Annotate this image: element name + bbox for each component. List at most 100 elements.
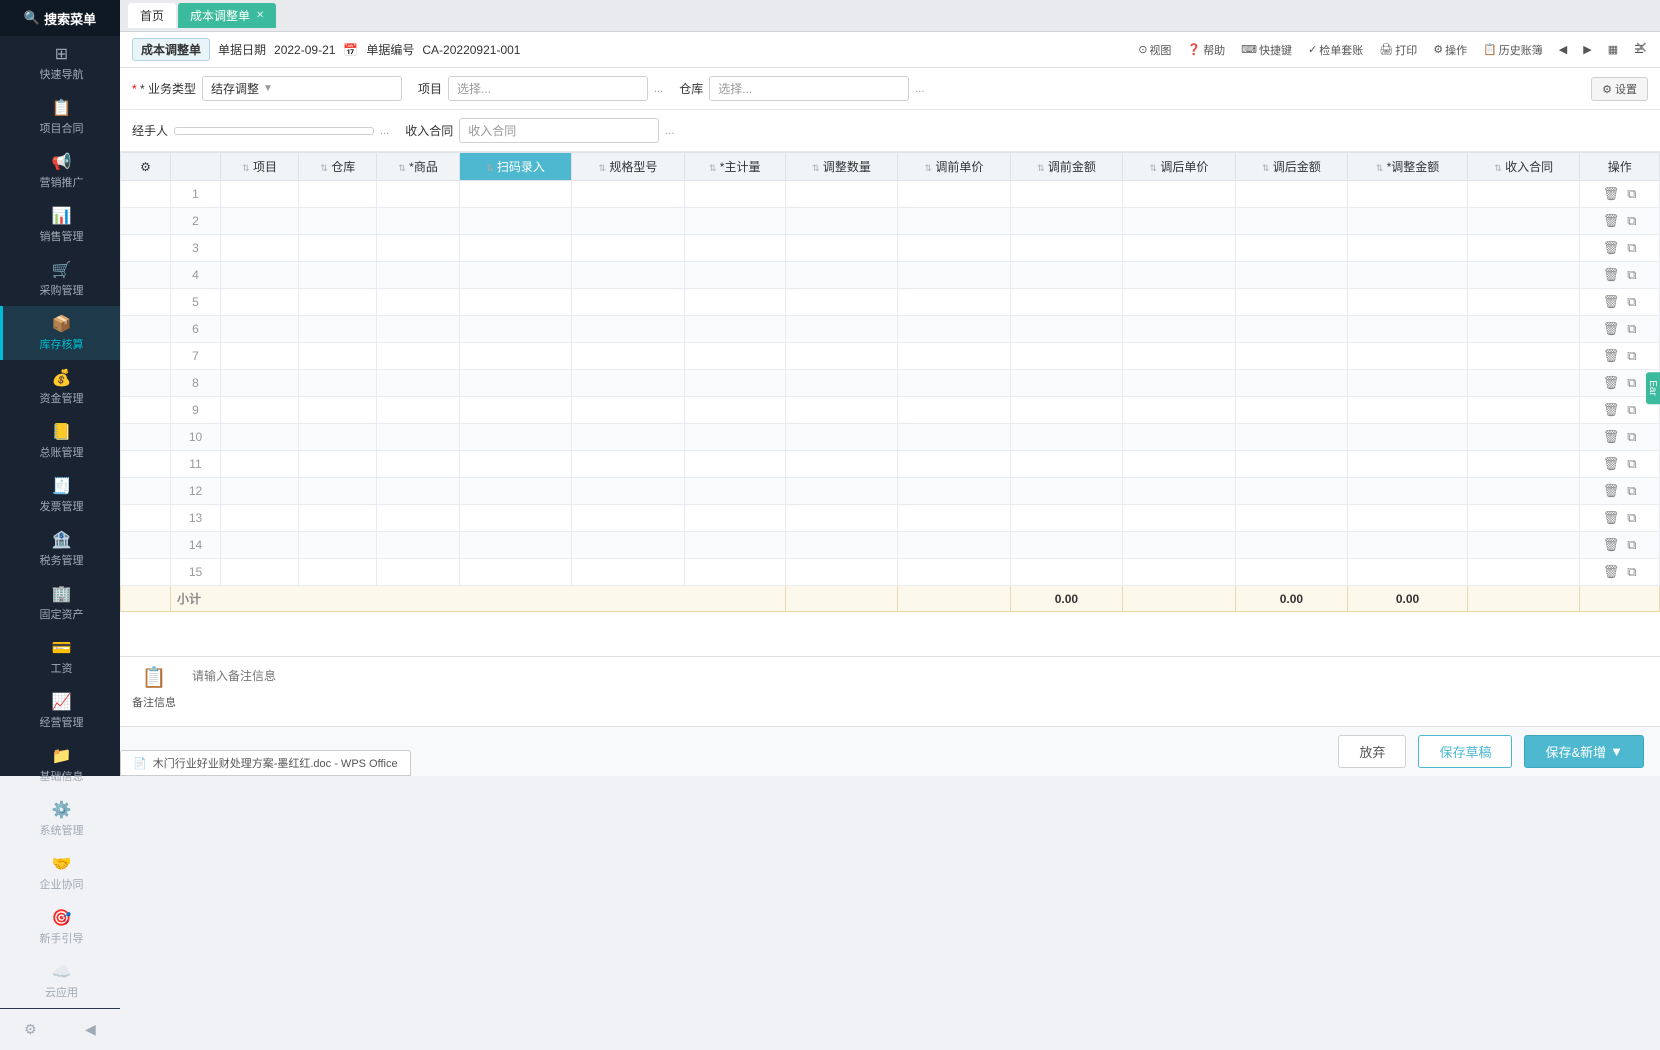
- check-btn[interactable]: ✓ 检单套账: [1304, 40, 1367, 60]
- cell-r10-c5[interactable]: [684, 424, 785, 451]
- cell-r5-c7[interactable]: [898, 289, 1010, 316]
- settings-bottom-icon[interactable]: ⚙: [20, 1017, 41, 1042]
- cell-r9-c10[interactable]: [1235, 397, 1347, 424]
- col-goods[interactable]: ⇅ *商品: [377, 153, 459, 181]
- cell-r5-c3[interactable]: [459, 289, 571, 316]
- cell-r9-c2[interactable]: [377, 397, 459, 424]
- copy-row-btn[interactable]: ⧉: [1625, 320, 1638, 338]
- cell-r12-c6[interactable]: [785, 478, 897, 505]
- cell-r3-c10[interactable]: [1235, 235, 1347, 262]
- cell-r6-c11[interactable]: [1348, 316, 1468, 343]
- cell-r4-c0[interactable]: [221, 262, 299, 289]
- cell-r3-c7[interactable]: [898, 235, 1010, 262]
- cell-r15-c5[interactable]: [684, 559, 785, 586]
- cell-r10-c3[interactable]: [459, 424, 571, 451]
- cell-r14-c7[interactable]: [898, 532, 1010, 559]
- cell-r1-c11[interactable]: [1348, 181, 1468, 208]
- cell-r3-c4[interactable]: [572, 235, 684, 262]
- cell-r4-c4[interactable]: [572, 262, 684, 289]
- cell-r1-c1[interactable]: [299, 181, 377, 208]
- operation-btn[interactable]: ⚙ 操作: [1429, 40, 1471, 60]
- cell-r4-c11[interactable]: [1348, 262, 1468, 289]
- cell-r1-c6[interactable]: [785, 181, 897, 208]
- right-edge-bar[interactable]: Ear: [1646, 372, 1660, 404]
- copy-row-btn[interactable]: ⧉: [1625, 455, 1638, 473]
- history-btn[interactable]: 📋 历史账簿: [1479, 40, 1547, 60]
- cell-r14-c12[interactable]: [1467, 532, 1579, 559]
- cell-r13-c9[interactable]: [1123, 505, 1235, 532]
- cell-r11-c8[interactable]: [1010, 451, 1122, 478]
- cell-r2-c0[interactable]: [221, 208, 299, 235]
- project-input[interactable]: 选择...: [448, 76, 648, 101]
- cell-r6-c3[interactable]: [459, 316, 571, 343]
- cell-r13-c12[interactable]: [1467, 505, 1579, 532]
- cell-r8-c10[interactable]: [1235, 370, 1347, 397]
- cell-r14-c9[interactable]: [1123, 532, 1235, 559]
- cell-r15-c11[interactable]: [1348, 559, 1468, 586]
- col-settings[interactable]: ⚙: [121, 153, 171, 181]
- cell-r4-c2[interactable]: [377, 262, 459, 289]
- cell-r5-c5[interactable]: [684, 289, 785, 316]
- cell-r12-c7[interactable]: [898, 478, 1010, 505]
- copy-row-btn[interactable]: ⧉: [1625, 212, 1638, 230]
- sidebar-item-project-contract[interactable]: 📋项目合同: [0, 90, 120, 144]
- cell-r15-c2[interactable]: [377, 559, 459, 586]
- delete-row-btn[interactable]: 🗑: [1601, 563, 1622, 581]
- sidebar-item-sales-promo[interactable]: 📢营销推广: [0, 144, 120, 198]
- project-more-btn[interactable]: ...: [654, 83, 663, 95]
- warehouse-input[interactable]: 选择...: [709, 76, 909, 101]
- cell-r6-c2[interactable]: [377, 316, 459, 343]
- delete-row-btn[interactable]: 🗑: [1601, 401, 1622, 419]
- cell-r14-c10[interactable]: [1235, 532, 1347, 559]
- cell-r2-c6[interactable]: [785, 208, 897, 235]
- cell-r4-c3[interactable]: [459, 262, 571, 289]
- cell-r11-c3[interactable]: [459, 451, 571, 478]
- income-contract-more-btn[interactable]: ...: [665, 125, 674, 137]
- income-contract-input[interactable]: 收入合同: [459, 118, 659, 143]
- sidebar-item-fund-mgmt[interactable]: 💰资金管理: [0, 360, 120, 414]
- cell-r5-c9[interactable]: [1123, 289, 1235, 316]
- cell-r11-c1[interactable]: [299, 451, 377, 478]
- cell-r5-c2[interactable]: [377, 289, 459, 316]
- col-warehouse[interactable]: ⇅ 仓库: [299, 153, 377, 181]
- cell-r14-c0[interactable]: [221, 532, 299, 559]
- discard-button[interactable]: 放弃: [1338, 735, 1406, 768]
- modal-close-icon[interactable]: ✕: [1635, 38, 1648, 58]
- col-income-contract[interactable]: ⇅ 收入合同: [1467, 153, 1579, 181]
- cell-r9-c11[interactable]: [1348, 397, 1468, 424]
- cell-r3-c11[interactable]: [1348, 235, 1468, 262]
- cell-r11-c12[interactable]: [1467, 451, 1579, 478]
- sidebar-item-quick-nav[interactable]: ⊞快速导航: [0, 36, 120, 90]
- save-new-button[interactable]: 保存&新增 ▼: [1524, 735, 1644, 768]
- nav-prev-btn[interactable]: ◀: [1555, 41, 1571, 58]
- cell-r15-c9[interactable]: [1123, 559, 1235, 586]
- cell-r9-c6[interactable]: [785, 397, 897, 424]
- cell-r14-c2[interactable]: [377, 532, 459, 559]
- copy-row-btn[interactable]: ⧉: [1625, 374, 1638, 392]
- cell-r2-c11[interactable]: [1348, 208, 1468, 235]
- shortcut-btn[interactable]: ⌨ 快捷键: [1237, 40, 1296, 60]
- cell-r6-c0[interactable]: [221, 316, 299, 343]
- sidebar-item-invoice-mgmt[interactable]: 🧾发票管理: [0, 468, 120, 522]
- cell-r15-c8[interactable]: [1010, 559, 1122, 586]
- grid-view-btn[interactable]: ▦: [1604, 41, 1622, 58]
- copy-row-btn[interactable]: ⧉: [1625, 239, 1638, 257]
- cell-r6-c4[interactable]: [572, 316, 684, 343]
- copy-row-btn[interactable]: ⧉: [1625, 293, 1638, 311]
- cell-r6-c7[interactable]: [898, 316, 1010, 343]
- cell-r7-c9[interactable]: [1123, 343, 1235, 370]
- cell-r11-c11[interactable]: [1348, 451, 1468, 478]
- delete-row-btn[interactable]: 🗑: [1601, 347, 1622, 365]
- cell-r6-c10[interactable]: [1235, 316, 1347, 343]
- col-before-amount[interactable]: ⇅ 调前金额: [1010, 153, 1122, 181]
- collapse-icon[interactable]: ◀: [81, 1017, 100, 1042]
- cell-r5-c12[interactable]: [1467, 289, 1579, 316]
- cell-r10-c1[interactable]: [299, 424, 377, 451]
- sidebar-item-fixed-assets[interactable]: 🏢固定资产: [0, 576, 120, 630]
- cell-r9-c12[interactable]: [1467, 397, 1579, 424]
- tab-cost-adjust[interactable]: 成本调整单 ✕: [178, 3, 276, 28]
- sidebar-item-new-guide[interactable]: 🎯新手引导: [0, 900, 120, 954]
- save-draft-button[interactable]: 保存草稿: [1418, 735, 1512, 768]
- cell-r1-c3[interactable]: [459, 181, 571, 208]
- cell-r1-c5[interactable]: [684, 181, 785, 208]
